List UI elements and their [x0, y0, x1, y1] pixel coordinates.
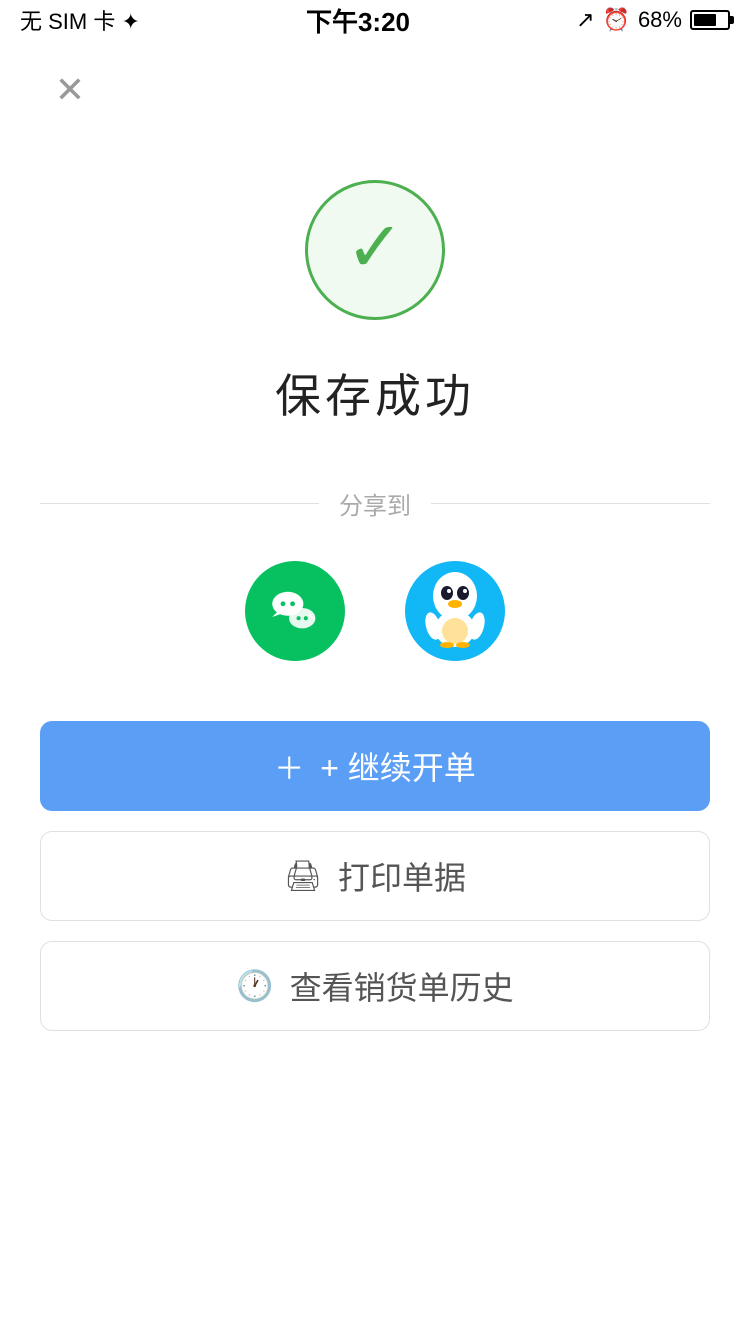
wechat-icon	[265, 581, 325, 641]
close-icon: ✕	[55, 69, 85, 111]
qq-icon	[405, 561, 505, 661]
checkmark-icon: ✓	[346, 212, 405, 282]
no-sim-text: 无 SIM 卡 ✦	[20, 4, 140, 36]
divider-left	[40, 503, 319, 504]
actions-section: ＋ + 继续开单 🖨 打印单据 🕐 查看销货单历史	[40, 721, 710, 1031]
share-icons	[245, 561, 505, 661]
success-circle: ✓	[305, 180, 445, 320]
status-left: 无 SIM 卡 ✦	[20, 4, 140, 36]
status-time: 下午3:20	[306, 2, 410, 39]
alarm-icon: ⏰	[603, 7, 630, 33]
battery-icon	[690, 10, 730, 30]
clock-icon: 🕐	[236, 969, 273, 1004]
divider-right	[431, 503, 710, 504]
share-section: 分享到	[40, 486, 710, 661]
status-right: ↗ ⏰ 68%	[576, 7, 730, 33]
history-label: 查看销货单历史	[290, 963, 514, 1009]
print-label: 打印单据	[338, 853, 466, 899]
print-button[interactable]: 🖨 打印单据	[40, 831, 710, 921]
success-section: ✓ 保存成功	[40, 180, 710, 426]
plus-icon: ＋	[274, 744, 304, 788]
continue-order-button[interactable]: ＋ + 继续开单	[40, 721, 710, 811]
direction-icon: ↗	[576, 7, 594, 33]
qq-share-button[interactable]	[405, 561, 505, 661]
close-button[interactable]: ✕	[40, 60, 100, 120]
wechat-share-button[interactable]	[245, 561, 345, 661]
printer-icon: 🖨	[284, 859, 322, 894]
main-content: ✕ ✓ 保存成功 分享到	[0, 40, 750, 1334]
battery-percent: 68%	[638, 7, 682, 33]
share-divider: 分享到	[40, 486, 710, 521]
success-title: 保存成功	[275, 360, 475, 426]
status-bar: 无 SIM 卡 ✦ 下午3:20 ↗ ⏰ 68%	[0, 0, 750, 40]
history-button[interactable]: 🕐 查看销货单历史	[40, 941, 710, 1031]
continue-order-label: + 继续开单	[320, 743, 476, 789]
share-label: 分享到	[319, 486, 431, 521]
